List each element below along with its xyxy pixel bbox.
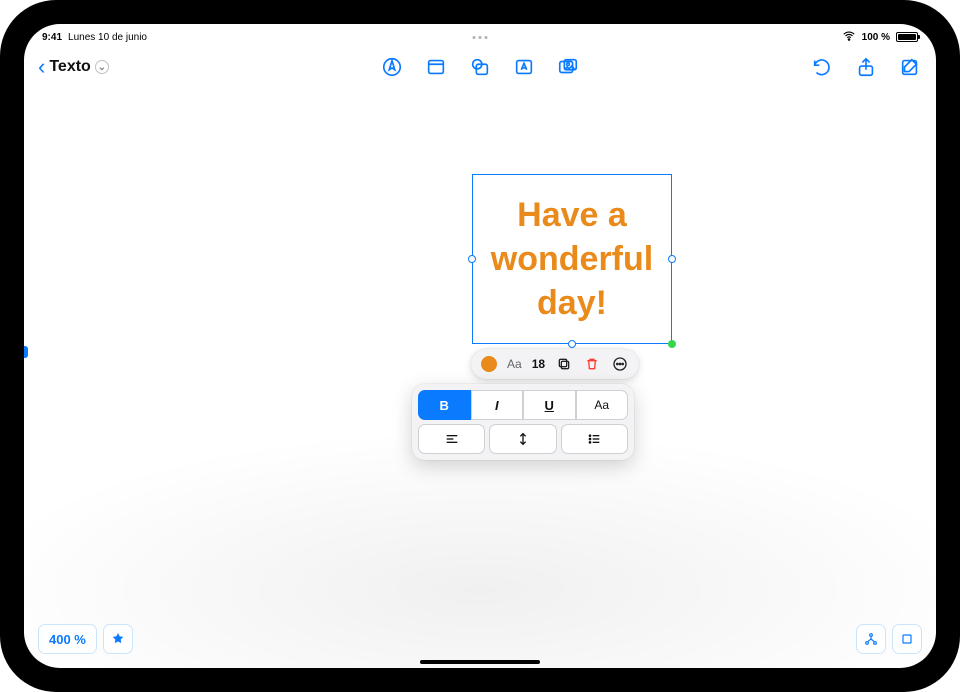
font-picker-button[interactable]: Aa: [507, 357, 522, 371]
text-box-selected[interactable]: Have a wonderful day!: [472, 174, 672, 344]
toolbar: ‹ Texto ⌄: [24, 48, 936, 86]
resize-handle-right[interactable]: [668, 255, 676, 263]
undo-icon[interactable]: [810, 55, 834, 79]
delete-icon[interactable]: [583, 355, 601, 373]
pen-tool-icon[interactable]: [380, 55, 404, 79]
text-icon[interactable]: [512, 55, 536, 79]
text-content[interactable]: Have a wonderful day!: [473, 193, 671, 326]
text-color-swatch[interactable]: [481, 356, 497, 372]
document-title: Texto: [49, 58, 90, 76]
text-format-panel: B I U Aa: [412, 384, 634, 460]
screen: 9:41 Lunes 10 de junio 100 % ‹ Texto ⌄: [24, 24, 936, 668]
share-icon[interactable]: [854, 55, 878, 79]
shapes-icon[interactable]: [468, 55, 492, 79]
media-icon[interactable]: [556, 55, 580, 79]
battery-percent: 100 %: [862, 32, 890, 43]
multitask-dots[interactable]: [473, 36, 488, 39]
battery-icon: [896, 32, 918, 42]
text-quick-toolbar: Aa 18: [471, 349, 639, 379]
home-indicator[interactable]: [420, 660, 540, 664]
text-style-button[interactable]: Aa: [576, 390, 629, 420]
zoom-level-button[interactable]: 400 %: [38, 624, 97, 654]
ipad-frame: 9:41 Lunes 10 de junio 100 % ‹ Texto ⌄: [0, 0, 960, 692]
resize-handle-bottom[interactable]: [568, 340, 576, 348]
status-time: 9:41: [42, 32, 62, 43]
duplicate-icon[interactable]: [555, 355, 573, 373]
underline-toggle[interactable]: U: [523, 390, 576, 420]
nodes-icon[interactable]: [856, 624, 886, 654]
document-title-button[interactable]: Texto ⌄: [49, 58, 108, 76]
status-date: Lunes 10 de junio: [68, 32, 147, 43]
align-left-icon[interactable]: [418, 424, 485, 454]
font-size-button[interactable]: 18: [532, 357, 545, 371]
bold-toggle[interactable]: B: [418, 390, 471, 420]
italic-toggle[interactable]: I: [471, 390, 524, 420]
back-button[interactable]: ‹: [38, 56, 45, 78]
align-middle-icon[interactable]: [489, 424, 556, 454]
favorites-icon[interactable]: [103, 624, 133, 654]
canvas[interactable]: Have a wonderful day! Aa 18 B I: [24, 84, 936, 668]
status-bar: 9:41 Lunes 10 de junio 100 %: [24, 28, 936, 46]
resize-handle-left[interactable]: [468, 255, 476, 263]
wifi-icon: [842, 29, 856, 46]
note-icon[interactable]: [424, 55, 448, 79]
chevron-down-icon: ⌄: [95, 60, 109, 74]
more-icon[interactable]: [611, 355, 629, 373]
compose-icon[interactable]: [898, 55, 922, 79]
rotate-handle[interactable]: [668, 340, 676, 348]
list-icon[interactable]: [561, 424, 628, 454]
frame-icon[interactable]: [892, 624, 922, 654]
